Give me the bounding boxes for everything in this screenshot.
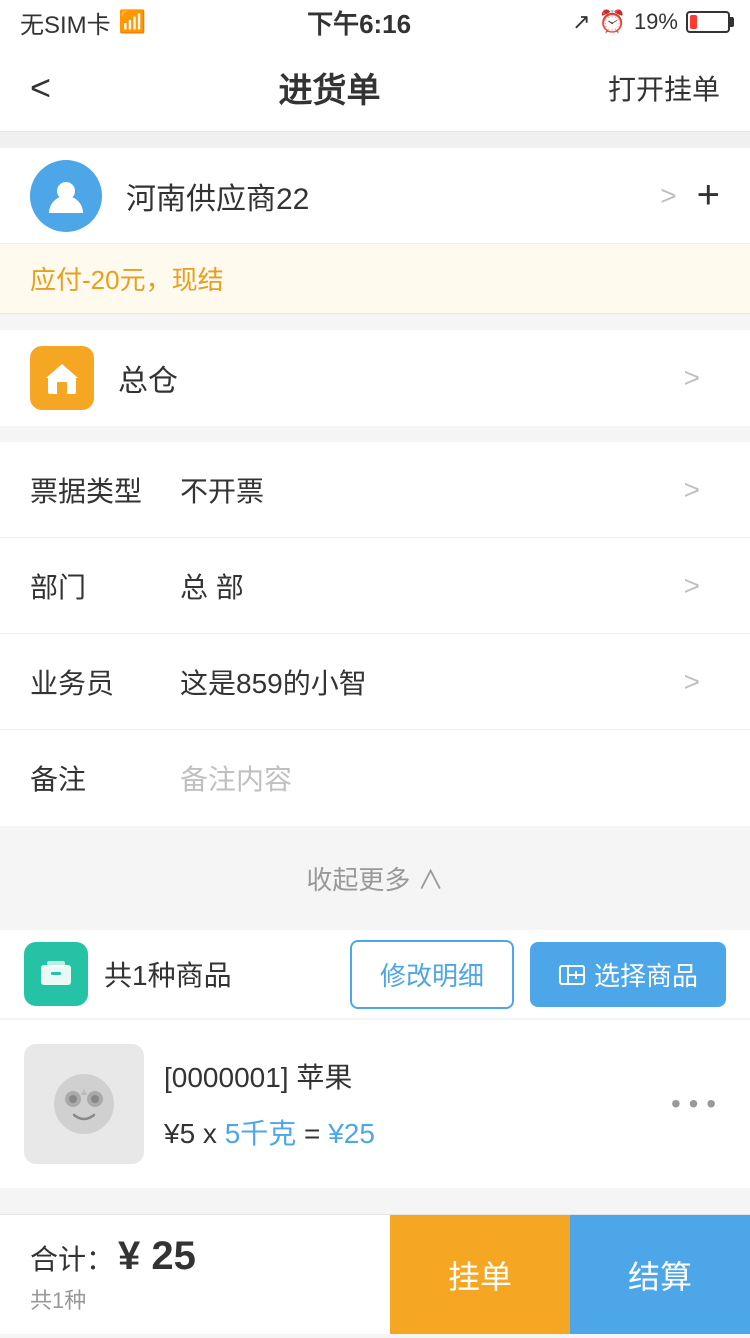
product-thumb-svg [49,1069,119,1139]
supplier-name: 河南供应商22 [126,174,660,218]
select-product-icon [558,960,586,988]
price-eq: = [296,1118,328,1149]
invoice-chevron-icon: > [684,474,700,506]
bottom-bar: 合计： ¥ 25 共1种 挂单 结算 [0,1214,750,1334]
select-product-label: 选择商品 [594,956,698,993]
warehouse-chevron-icon: > [684,362,700,394]
dept-chevron-icon: > [684,570,700,602]
carrier-text: 无SIM卡 [20,5,111,40]
total-sub: 共1种 [30,1283,360,1315]
invoice-label: 票据类型 [30,470,170,510]
checkout-button[interactable]: 结算 [570,1215,750,1334]
product-icon-svg [37,955,75,993]
total-amount: ¥ 25 [118,1234,196,1279]
invoice-value: 不开票 [170,470,684,510]
hang-button[interactable]: 挂单 [390,1215,570,1334]
sales-chevron-icon: > [684,666,700,698]
status-time: 下午6:16 [307,4,411,41]
wifi-icon: 📶 [119,9,146,35]
battery-fill [690,15,697,29]
warehouse-icon [30,346,94,410]
price-total: ¥25 [328,1118,375,1149]
nav-bar: < 进货单 打开挂单 [0,44,750,132]
remark-input[interactable]: 备注内容 [170,758,720,798]
warehouse-svg [44,360,80,396]
select-product-button[interactable]: 选择商品 [530,942,726,1007]
sales-label: 业务员 [30,662,170,702]
status-bar: 无SIM卡 📶 下午6:16 ↗ ⏰ 19% [0,0,750,44]
edit-detail-button[interactable]: 修改明细 [350,940,514,1009]
invoice-row[interactable]: 票据类型 不开票 > [0,442,750,538]
status-left: 无SIM卡 📶 [20,5,146,40]
battery-percent: 19% [634,9,678,35]
supplier-chevron-icon: > [660,180,676,212]
dept-value: 总 部 [170,566,684,606]
warehouse-section[interactable]: 总仓 > [0,330,750,426]
collapse-label: 收起更多 ∧ [306,860,443,897]
hang-label: 挂单 [448,1252,512,1298]
product-more-button[interactable]: • • • [661,1078,726,1130]
warehouse-name: 总仓 [118,356,684,400]
price-qty: 5千克 [225,1118,297,1149]
alarm-icon: ⏰ [599,9,626,35]
total-label: 合计： [30,1238,114,1278]
supplier-avatar [30,160,102,232]
product-thumbnail [24,1044,144,1164]
product-item: [0000001] 苹果 ¥5 x 5千克 = ¥25 • • • [0,1020,750,1188]
product-id: [0000001] [164,1062,296,1093]
location-icon: ↗ [572,9,590,35]
remark-row[interactable]: 备注 备注内容 [0,730,750,826]
sales-row[interactable]: 业务员 这是859的小智 > [0,634,750,730]
notice-text: 应付-20元，现结 [30,265,224,295]
product-count-icon [24,942,88,1006]
product-name: [0000001] 苹果 [164,1056,641,1096]
form-section: 票据类型 不开票 > 部门 总 部 > 业务员 这是859的小智 > 备注 备注… [0,442,750,826]
remark-label: 备注 [30,758,170,798]
open-pending-button[interactable]: 打开挂单 [608,68,720,108]
dept-label: 部门 [30,566,170,606]
price-unit: ¥5 x [164,1118,225,1149]
product-header: 共1种商品 修改明细 选择商品 [0,930,750,1018]
checkout-label: 结算 [628,1252,692,1298]
status-right: ↗ ⏰ 19% [572,9,730,35]
battery-icon [686,11,730,33]
product-title: 苹果 [296,1062,352,1093]
dept-row[interactable]: 部门 总 部 > [0,538,750,634]
page-title: 进货单 [279,63,381,112]
sales-value: 这是859的小智 [170,662,684,702]
back-button[interactable]: < [30,67,51,109]
section-divider-1 [0,132,750,148]
notice-bar: 应付-20元，现结 [0,244,750,314]
total-section: 合计： ¥ 25 共1种 [0,1215,390,1334]
product-info: [0000001] 苹果 ¥5 x 5千克 = ¥25 [164,1056,641,1152]
product-price: ¥5 x 5千克 = ¥25 [164,1112,641,1152]
product-count-text: 共1种商品 [104,954,334,994]
add-supplier-button[interactable]: + [697,173,720,218]
supplier-avatar-icon [45,175,87,217]
collapse-toggle[interactable]: 收起更多 ∧ [0,842,750,914]
supplier-section[interactable]: 河南供应商22 > + [0,148,750,244]
